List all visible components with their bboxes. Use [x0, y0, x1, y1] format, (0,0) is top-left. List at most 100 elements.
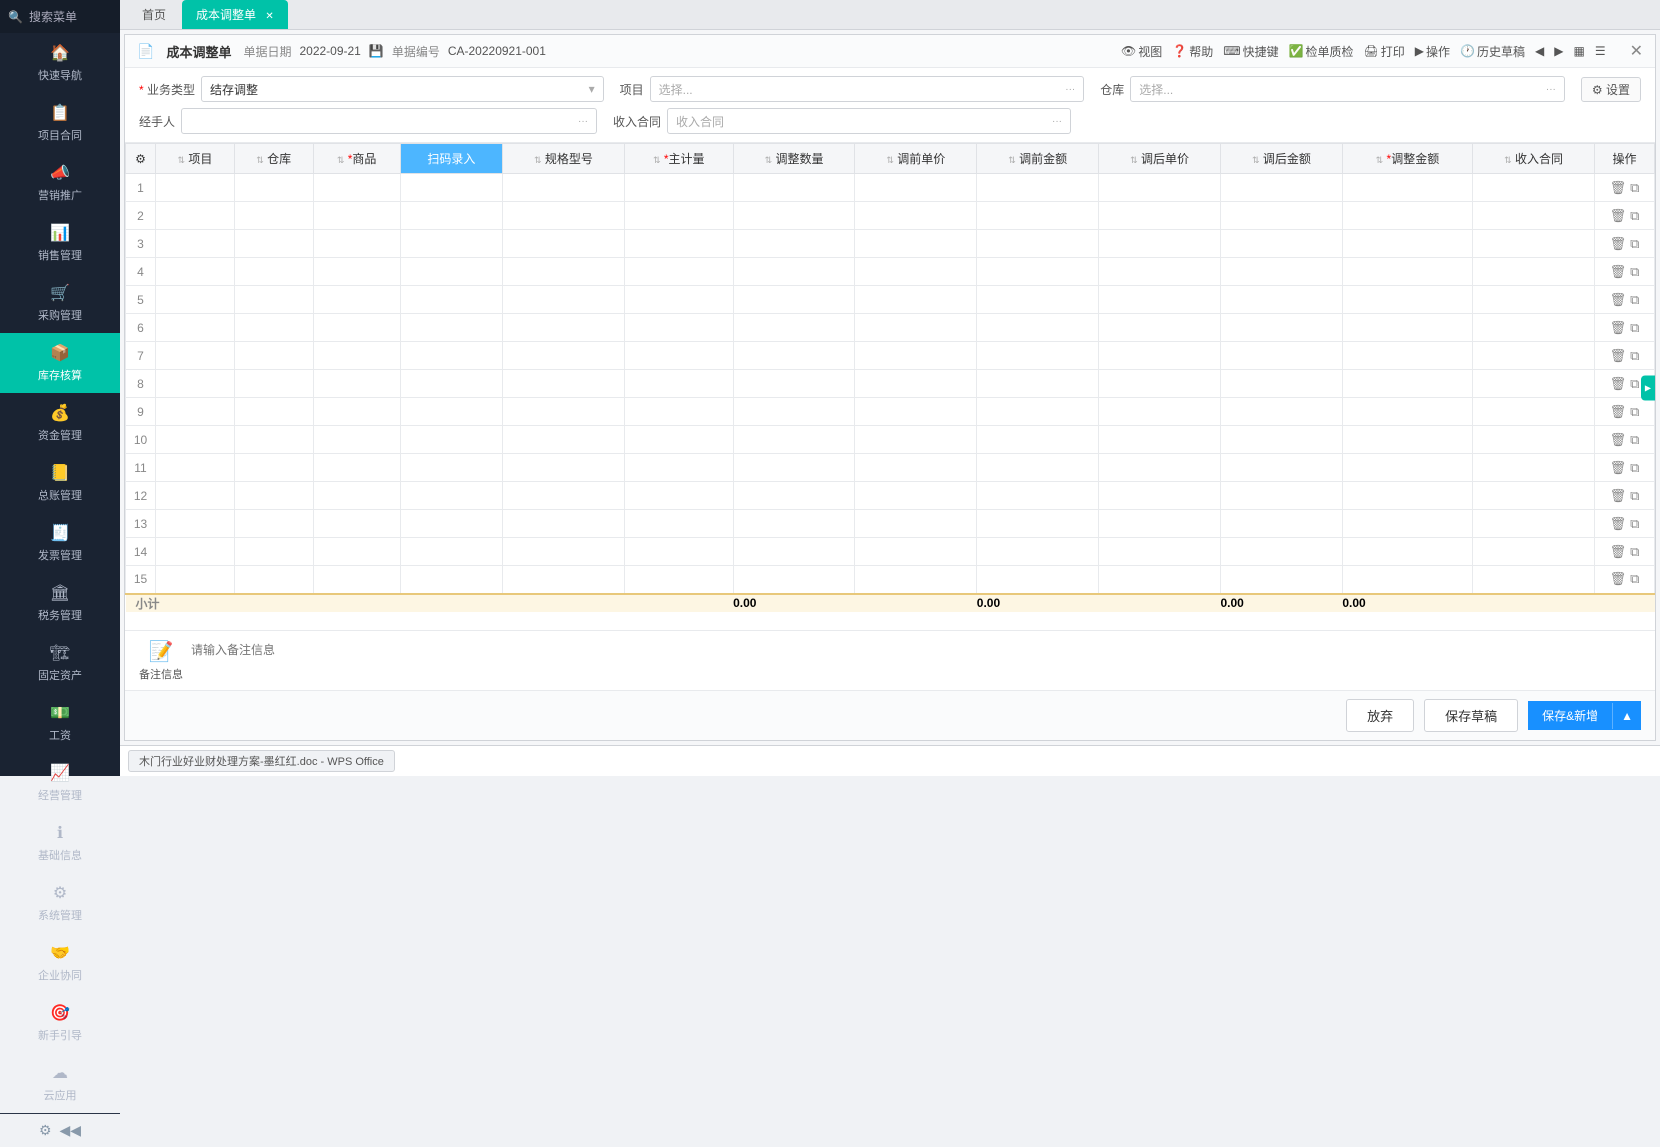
row-2-income-contract[interactable] [1473, 202, 1595, 230]
row-8-adjust-qty[interactable] [733, 370, 855, 398]
collapse-icon[interactable]: ◀◀ [60, 1122, 82, 1139]
row-5-spec[interactable] [503, 286, 625, 314]
row-10-project[interactable] [156, 426, 235, 454]
row-5-adjust-amount[interactable] [1342, 286, 1472, 314]
row-3-unit[interactable] [624, 230, 733, 258]
row-5-adjust-qty[interactable] [733, 286, 855, 314]
sidebar-item-fixed-assets[interactable]: 🏗 固定资产 [0, 633, 120, 693]
row-4-income-contract[interactable] [1473, 258, 1595, 286]
row-13-warehouse[interactable] [234, 510, 313, 538]
row-15-adjust-amount[interactable] [1342, 566, 1472, 594]
row-9-prev-amount[interactable] [977, 398, 1099, 426]
row-2-spec[interactable] [503, 202, 625, 230]
row-1-after-amount[interactable] [1220, 174, 1342, 202]
project-value[interactable]: 选择... ··· [650, 76, 1085, 102]
sidebar-item-sales-promo[interactable]: 📣 营销推广 [0, 153, 120, 213]
row-6-copy-icon[interactable]: ⧉ [1630, 320, 1639, 336]
toolbar-print[interactable]: 🖨 打印 [1364, 43, 1405, 60]
row-6-income-contract[interactable] [1473, 314, 1595, 342]
taskbar-item[interactable]: 木门行业好业财处理方案-墨红红.doc - WPS Office [128, 750, 395, 772]
row-6-warehouse[interactable] [234, 314, 313, 342]
save-new-main[interactable]: 保存&新增 [1528, 701, 1612, 730]
row-9-after-unit-price[interactable] [1099, 398, 1221, 426]
row-13-income-contract[interactable] [1473, 510, 1595, 538]
row-5-prev-unit-price[interactable] [855, 286, 977, 314]
row-12-adjust-qty[interactable] [733, 482, 855, 510]
row-13-adjust-qty[interactable] [733, 510, 855, 538]
warehouse-value[interactable]: 选择... ··· [1130, 76, 1565, 102]
table-container[interactable]: ⚙ ⇅ 项目 ⇅ 仓库 ⇅ *商品 扫码录入 ⇅ 规格型号 ⇅ *主计量 ⇅ 调… [125, 143, 1655, 630]
row-9-copy-icon[interactable]: ⧉ [1630, 404, 1639, 420]
toolbar-operate[interactable]: ▶ 操作 [1415, 43, 1450, 60]
row-8-after-unit-price[interactable] [1099, 370, 1221, 398]
row-2-unit[interactable] [624, 202, 733, 230]
row-7-after-unit-price[interactable] [1099, 342, 1221, 370]
row-7-income-contract[interactable] [1473, 342, 1595, 370]
row-7-after-amount[interactable] [1220, 342, 1342, 370]
row-13-project[interactable] [156, 510, 235, 538]
row-13-after-amount[interactable] [1220, 510, 1342, 538]
row-10-delete-icon[interactable]: 🗑 [1610, 432, 1627, 448]
toolbar-arrow-left[interactable]: ◀ [1535, 44, 1544, 58]
row-13-goods[interactable] [313, 510, 400, 538]
row-3-after-unit-price[interactable] [1099, 230, 1221, 258]
row-8-adjust-amount[interactable] [1342, 370, 1472, 398]
row-4-adjust-amount[interactable] [1342, 258, 1472, 286]
row-1-adjust-qty[interactable] [733, 174, 855, 202]
toolbar-grid-view[interactable]: ▦ [1573, 44, 1584, 58]
sidebar-item-inventory[interactable]: 📦 库存核算 [0, 333, 120, 393]
row-13-prev-unit-price[interactable] [855, 510, 977, 538]
row-2-after-amount[interactable] [1220, 202, 1342, 230]
row-11-adjust-amount[interactable] [1342, 454, 1472, 482]
row-13-prev-amount[interactable] [977, 510, 1099, 538]
col-settings[interactable]: ⚙ [126, 144, 156, 174]
row-8-scan[interactable] [400, 370, 502, 398]
row-2-goods[interactable] [313, 202, 400, 230]
row-3-prev-amount[interactable] [977, 230, 1099, 258]
row-10-copy-icon[interactable]: ⧉ [1630, 432, 1639, 448]
toolbar-check[interactable]: ✅ 检单质检 [1289, 43, 1354, 60]
row-6-after-unit-price[interactable] [1099, 314, 1221, 342]
row-1-goods[interactable] [313, 174, 400, 202]
row-12-after-unit-price[interactable] [1099, 482, 1221, 510]
row-15-goods[interactable] [313, 566, 400, 594]
sidebar-item-sales-mgmt[interactable]: 📊 销售管理 [0, 213, 120, 273]
sidebar-item-salary[interactable]: 💵 工资 [0, 693, 120, 753]
notes-input[interactable] [191, 639, 1641, 661]
row-1-adjust-amount[interactable] [1342, 174, 1472, 202]
row-3-project[interactable] [156, 230, 235, 258]
row-3-spec[interactable] [503, 230, 625, 258]
sidebar-item-basic-info[interactable]: ℹ 基础信息 [0, 813, 120, 873]
row-10-adjust-amount[interactable] [1342, 426, 1472, 454]
row-5-unit[interactable] [624, 286, 733, 314]
row-8-prev-amount[interactable] [977, 370, 1099, 398]
row-14-adjust-qty[interactable] [733, 538, 855, 566]
row-4-copy-icon[interactable]: ⧉ [1630, 264, 1639, 280]
row-9-income-contract[interactable] [1473, 398, 1595, 426]
row-1-prev-amount[interactable] [977, 174, 1099, 202]
row-11-delete-icon[interactable]: 🗑 [1610, 460, 1627, 476]
row-15-scan[interactable] [400, 566, 502, 594]
row-15-delete-icon[interactable]: 🗑 [1610, 571, 1627, 587]
row-7-delete-icon[interactable]: 🗑 [1610, 348, 1627, 364]
sidebar-item-ledger-mgmt[interactable]: 📒 总账管理 [0, 453, 120, 513]
row-14-copy-icon[interactable]: ⧉ [1630, 544, 1639, 560]
row-13-after-unit-price[interactable] [1099, 510, 1221, 538]
row-7-spec[interactable] [503, 342, 625, 370]
row-14-income-contract[interactable] [1473, 538, 1595, 566]
row-3-adjust-amount[interactable] [1342, 230, 1472, 258]
row-15-project[interactable] [156, 566, 235, 594]
row-7-adjust-amount[interactable] [1342, 342, 1472, 370]
row-1-project[interactable] [156, 174, 235, 202]
sidebar-item-new-guide[interactable]: 🎯 新手引导 [0, 993, 120, 1053]
row-3-after-amount[interactable] [1220, 230, 1342, 258]
row-1-income-contract[interactable] [1473, 174, 1595, 202]
row-8-project[interactable] [156, 370, 235, 398]
row-14-delete-icon[interactable]: 🗑 [1610, 544, 1627, 560]
row-8-after-amount[interactable] [1220, 370, 1342, 398]
row-5-delete-icon[interactable]: 🗑 [1610, 292, 1627, 308]
row-9-delete-icon[interactable]: 🗑 [1610, 404, 1627, 420]
row-7-adjust-qty[interactable] [733, 342, 855, 370]
row-10-prev-amount[interactable] [977, 426, 1099, 454]
sidebar-item-project-contract[interactable]: 📋 项目合同 [0, 93, 120, 153]
